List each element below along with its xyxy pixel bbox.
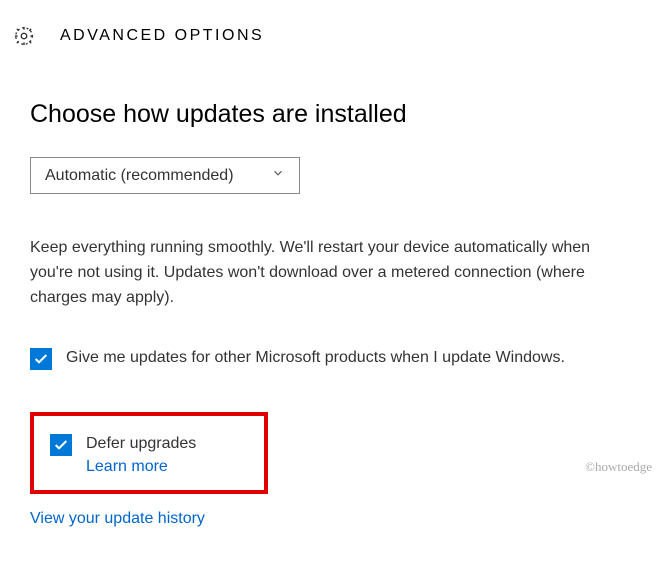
dropdown-selected-value: Automatic (recommended) xyxy=(45,167,234,185)
description-text: Keep everything running smoothly. We'll … xyxy=(30,236,630,310)
defer-upgrades-row: Defer upgrades Learn more xyxy=(50,432,248,476)
other-products-checkbox[interactable] xyxy=(30,348,52,370)
update-mode-dropdown[interactable]: Automatic (recommended) xyxy=(30,157,300,194)
section-heading: Choose how updates are installed xyxy=(30,100,630,129)
page-title: ADVANCED OPTIONS xyxy=(60,27,264,45)
highlight-box: Defer upgrades Learn more xyxy=(30,412,268,494)
header-bar: ADVANCED OPTIONS xyxy=(0,0,660,66)
defer-upgrades-label: Defer upgrades xyxy=(86,432,196,456)
chevron-down-icon xyxy=(271,166,285,185)
other-products-label: Give me updates for other Microsoft prod… xyxy=(66,346,565,370)
watermark-text: ©howtoedge xyxy=(585,459,652,475)
defer-upgrades-checkbox[interactable] xyxy=(50,434,72,456)
view-update-history-link[interactable]: View your update history xyxy=(30,510,630,528)
learn-more-link[interactable]: Learn more xyxy=(86,458,196,476)
other-products-checkbox-row: Give me updates for other Microsoft prod… xyxy=(30,346,630,370)
gear-icon xyxy=(12,24,36,48)
